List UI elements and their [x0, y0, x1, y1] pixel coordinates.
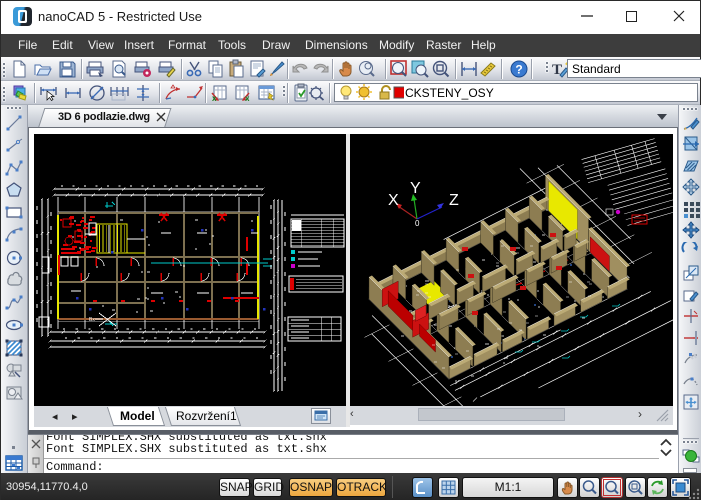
svg-text:Bx: Bx	[89, 317, 95, 323]
svg-text:Z: Z	[449, 192, 459, 209]
svg-text:0: 0	[415, 219, 420, 228]
svg-text:Y: Y	[410, 180, 421, 197]
svg-text:x: x	[245, 94, 250, 103]
svg-text:?: ?	[515, 63, 522, 77]
svg-text:x: x	[212, 94, 217, 103]
svg-text:X: X	[388, 192, 399, 209]
